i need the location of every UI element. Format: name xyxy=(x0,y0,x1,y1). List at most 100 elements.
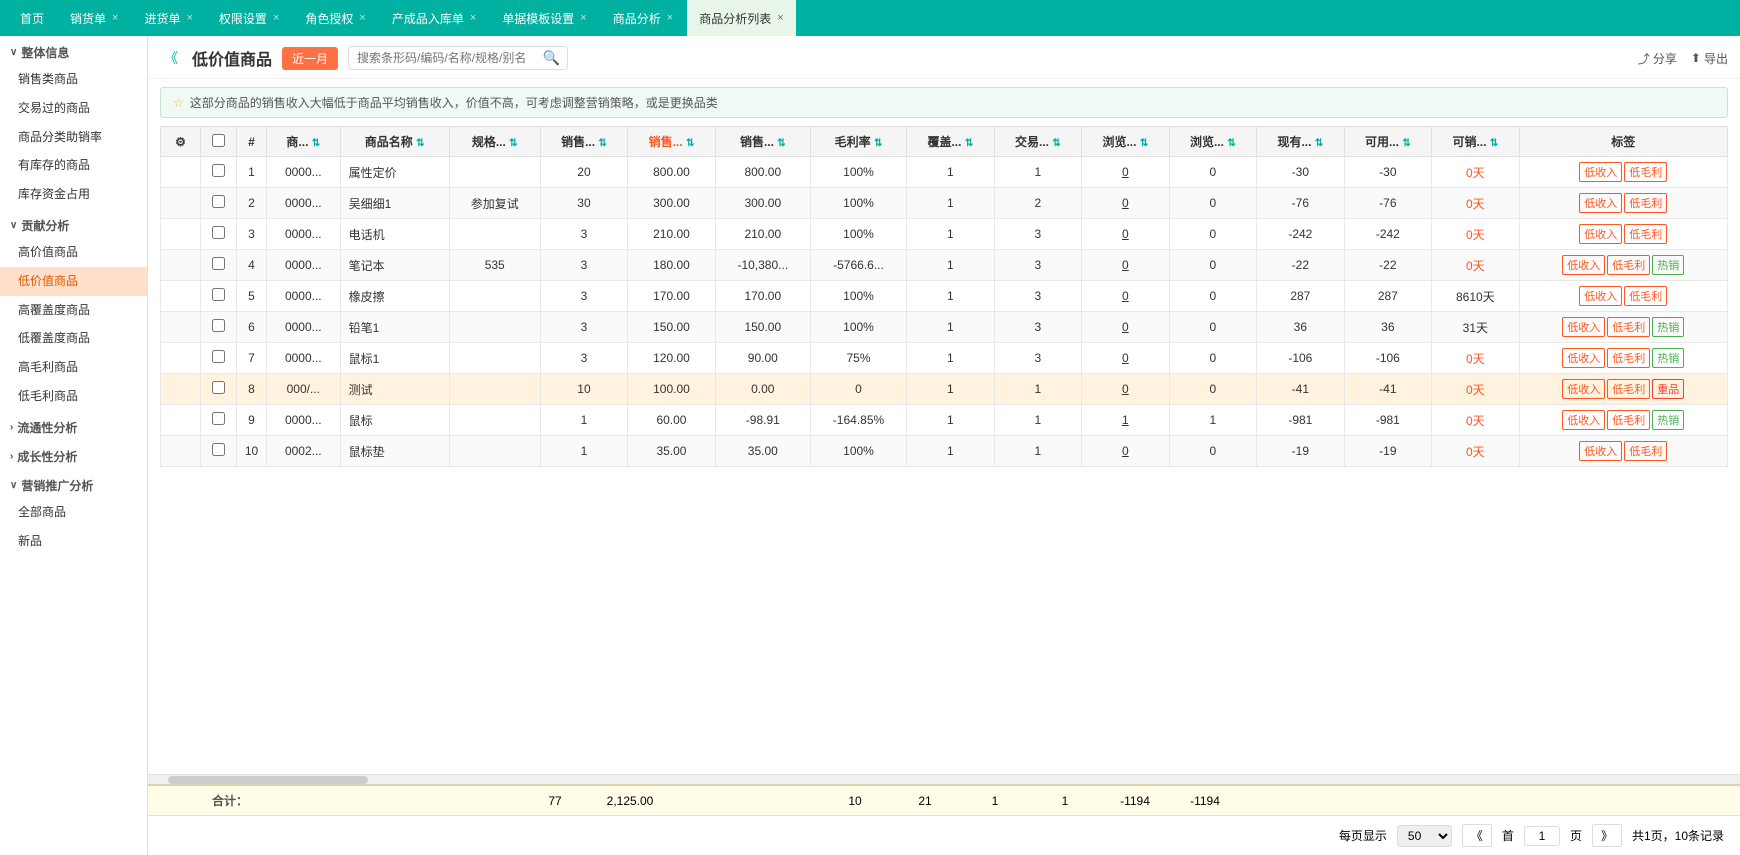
close-icon[interactable]: × xyxy=(112,12,118,24)
row-checkbox[interactable] xyxy=(212,381,225,394)
collapse-sidebar-button[interactable]: 《 xyxy=(160,48,182,68)
browse-link[interactable]: 1 xyxy=(1122,413,1129,427)
browse1-cell[interactable]: 0 xyxy=(1082,157,1170,188)
row-checkbox[interactable] xyxy=(212,443,225,456)
saledays-col-header[interactable]: 可销... ⇅ xyxy=(1432,127,1520,157)
browse2-col-header[interactable]: 浏览... ⇅ xyxy=(1169,127,1257,157)
close-icon[interactable]: × xyxy=(186,12,192,24)
close-icon[interactable]: × xyxy=(777,12,783,24)
nav-sales-order[interactable]: 销货单 × xyxy=(58,0,130,36)
checkbox-cell[interactable] xyxy=(201,374,237,405)
export-button[interactable]: ⬆ 导出 xyxy=(1691,50,1728,67)
row-checkbox[interactable] xyxy=(212,350,225,363)
row-checkbox[interactable] xyxy=(212,412,225,425)
close-icon[interactable]: × xyxy=(580,12,586,24)
share-button[interactable]: ⤴ 分享 xyxy=(1638,50,1677,67)
checkbox-cell[interactable] xyxy=(201,436,237,467)
sidebar-item-high-value[interactable]: 高价值商品 xyxy=(0,238,147,267)
sidebar-group-growth[interactable]: › 成长性分析 xyxy=(0,440,147,469)
browse-link[interactable]: 0 xyxy=(1122,444,1129,458)
sidebar-item-category-rate[interactable]: 商品分类助销率 xyxy=(0,123,147,152)
row-checkbox[interactable] xyxy=(212,257,225,270)
close-icon[interactable]: × xyxy=(667,12,673,24)
nav-purchase-order[interactable]: 进货单 × xyxy=(132,0,204,36)
nav-role-auth[interactable]: 角色授权 × xyxy=(293,0,377,36)
last-page-button[interactable]: 》 xyxy=(1592,824,1622,847)
sale1-col-header[interactable]: 销售... ⇅ xyxy=(540,127,628,157)
browse1-cell[interactable]: 0 xyxy=(1082,374,1170,405)
stock1-col-header[interactable]: 现有... ⇅ xyxy=(1257,127,1345,157)
horizontal-scrollbar[interactable] xyxy=(148,774,1740,784)
browse-link[interactable]: 0 xyxy=(1122,165,1129,179)
checkbox-cell[interactable] xyxy=(201,343,237,374)
checkbox-cell[interactable] xyxy=(201,281,237,312)
browse1-cell[interactable]: 0 xyxy=(1082,312,1170,343)
browse1-cell[interactable]: 0 xyxy=(1082,188,1170,219)
browse-link[interactable]: 0 xyxy=(1122,382,1129,396)
sidebar-item-high-margin[interactable]: 高毛利商品 xyxy=(0,353,147,382)
sidebar-group-general[interactable]: ∨ 整体信息 xyxy=(0,36,147,65)
page-number-input[interactable] xyxy=(1524,826,1560,846)
checkbox-cell[interactable] xyxy=(201,219,237,250)
sidebar-item-sales-goods[interactable]: 销售类商品 xyxy=(0,65,147,94)
cover-col-header[interactable]: 覆盖... ⇅ xyxy=(907,127,995,157)
select-all-checkbox[interactable] xyxy=(212,134,225,147)
browse-link[interactable]: 0 xyxy=(1122,320,1129,334)
scrollbar-thumb[interactable] xyxy=(168,776,368,784)
close-icon[interactable]: × xyxy=(359,12,365,24)
nav-product-inbound[interactable]: 产成品入库单 × xyxy=(380,0,488,36)
sidebar-item-high-coverage[interactable]: 高覆盖度商品 xyxy=(0,296,147,325)
first-page-button[interactable]: 《 xyxy=(1462,824,1492,847)
sidebar-item-low-value[interactable]: 低价值商品 xyxy=(0,267,147,296)
search-input[interactable] xyxy=(348,46,568,70)
per-page-select[interactable]: 50 100 200 xyxy=(1397,825,1452,847)
browse1-cell[interactable]: 0 xyxy=(1082,343,1170,374)
sidebar-item-low-coverage[interactable]: 低覆盖度商品 xyxy=(0,324,147,353)
sidebar-group-contribution[interactable]: ∨ 贡献分析 xyxy=(0,209,147,238)
sidebar-item-new-goods[interactable]: 新品 xyxy=(0,527,147,556)
checkbox-cell[interactable] xyxy=(201,312,237,343)
code-col-header[interactable]: 商... ⇅ xyxy=(267,127,341,157)
name-col-header[interactable]: 商品名称 ⇅ xyxy=(340,127,449,157)
nav-home[interactable]: 首页 xyxy=(8,0,56,36)
nav-permission[interactable]: 权限设置 × xyxy=(207,0,291,36)
stock2-col-header[interactable]: 可用... ⇅ xyxy=(1344,127,1432,157)
nav-product-analysis[interactable]: 商品分析 × xyxy=(601,0,685,36)
browse1-cell[interactable]: 0 xyxy=(1082,219,1170,250)
browse1-col-header[interactable]: 浏览... ⇅ xyxy=(1082,127,1170,157)
checkbox-cell[interactable] xyxy=(201,250,237,281)
browse-link[interactable]: 0 xyxy=(1122,227,1129,241)
sidebar-item-low-margin[interactable]: 低毛利商品 xyxy=(0,382,147,411)
row-checkbox[interactable] xyxy=(212,226,225,239)
checkbox-cell[interactable] xyxy=(201,188,237,219)
sidebar-group-marketing[interactable]: ∨ 营销推广分析 xyxy=(0,469,147,498)
nav-template-settings[interactable]: 单据模板设置 × xyxy=(490,0,598,36)
sidebar-item-stock-goods[interactable]: 有库存的商品 xyxy=(0,151,147,180)
sidebar-item-all-goods[interactable]: 全部商品 xyxy=(0,498,147,527)
gross-rate-col-header[interactable]: 毛利率 ⇅ xyxy=(810,127,906,157)
row-checkbox[interactable] xyxy=(212,319,225,332)
row-checkbox[interactable] xyxy=(212,288,225,301)
checkbox-col-header[interactable] xyxy=(201,127,237,157)
close-icon[interactable]: × xyxy=(273,12,279,24)
checkbox-cell[interactable] xyxy=(201,157,237,188)
browse1-cell[interactable]: 0 xyxy=(1082,250,1170,281)
sidebar-item-stock-capital[interactable]: 库存资金占用 xyxy=(0,180,147,209)
close-icon[interactable]: × xyxy=(470,12,476,24)
nav-product-analysis-list[interactable]: 商品分析列表 × xyxy=(687,0,795,36)
browse-link[interactable]: 0 xyxy=(1122,258,1129,272)
checkbox-cell[interactable] xyxy=(201,405,237,436)
sidebar-group-circulation[interactable]: › 流通性分析 xyxy=(0,411,147,440)
row-checkbox[interactable] xyxy=(212,195,225,208)
browse-link[interactable]: 0 xyxy=(1122,196,1129,210)
browse1-cell[interactable]: 0 xyxy=(1082,436,1170,467)
settings-col-header[interactable]: ⚙ xyxy=(161,127,201,157)
filter-recent-month-button[interactable]: 近一月 xyxy=(282,47,338,70)
sale2-col-header[interactable]: 销售... ⇅ xyxy=(628,127,716,157)
browse-link[interactable]: 0 xyxy=(1122,289,1129,303)
browse1-cell[interactable]: 1 xyxy=(1082,405,1170,436)
search-icon[interactable]: 🔍 xyxy=(543,50,560,67)
row-checkbox[interactable] xyxy=(212,164,225,177)
browse1-cell[interactable]: 0 xyxy=(1082,281,1170,312)
browse-link[interactable]: 0 xyxy=(1122,351,1129,365)
